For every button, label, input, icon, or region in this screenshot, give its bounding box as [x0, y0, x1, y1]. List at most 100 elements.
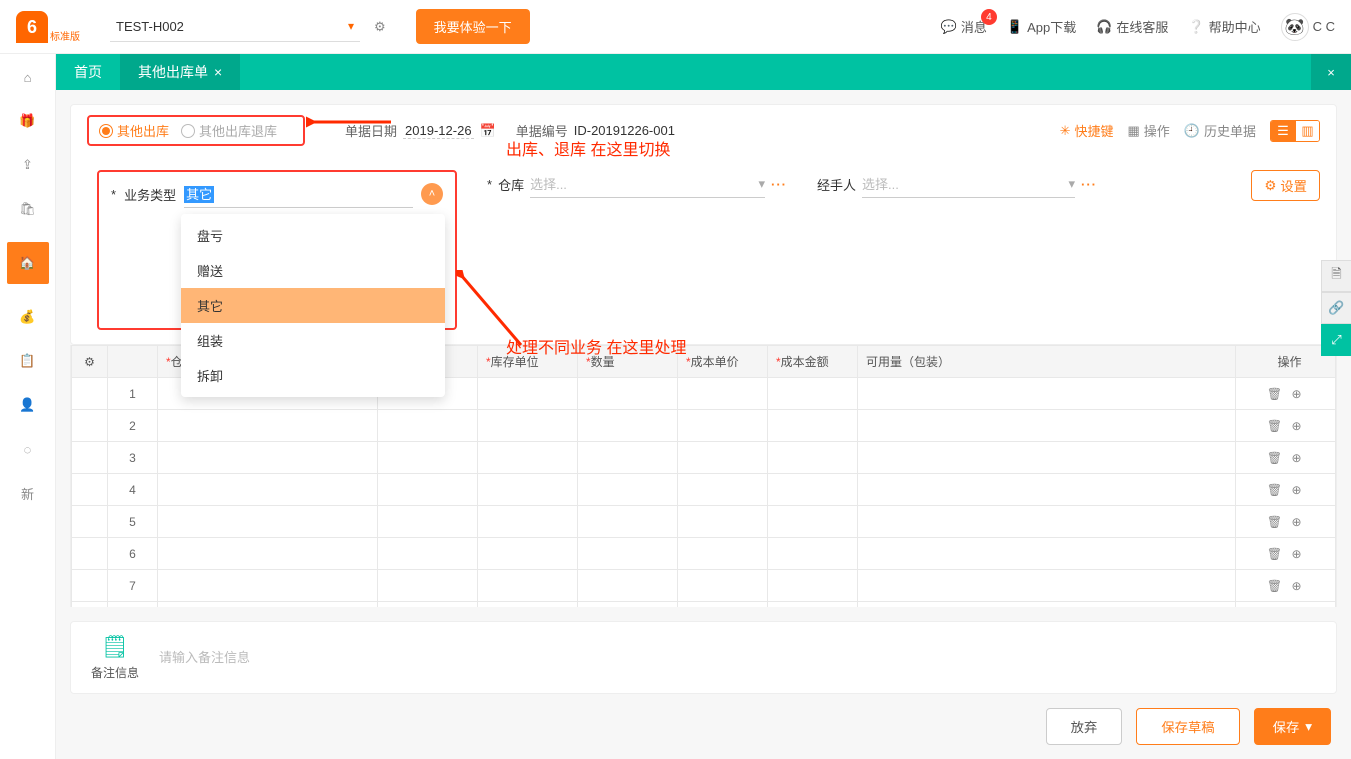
left-nav: ⌂ 🎁 ⇪ 🛍 🏠 💰 📋 👤 ◌ 新 — [0, 54, 56, 759]
app-logo: 6 标准版 — [16, 10, 80, 43]
biz-option-qita[interactable]: 其它 — [181, 288, 445, 323]
biz-option-zengsong[interactable]: 赠送 — [181, 253, 445, 288]
phone-icon: 📱 — [1007, 19, 1023, 35]
business-type-input[interactable]: 其它 — [184, 180, 413, 208]
rail-note-icon[interactable]: 🗎 — [1321, 260, 1351, 292]
tab-home[interactable]: 首页 — [56, 54, 120, 90]
row-add-icon[interactable]: ⊕ — [1288, 513, 1306, 531]
top-header: 6 标准版 TEST-H002 ▾ ⚙ 我要体验一下 💬 消息 4 📱 App下… — [0, 0, 1351, 54]
tab-close-all[interactable]: × — [1311, 54, 1351, 90]
row-delete-icon[interactable]: 🗑 — [1266, 449, 1284, 467]
nav-clipboard-icon[interactable]: 📋 — [17, 350, 39, 372]
warehouse-select[interactable]: 选择... ▾ — [530, 170, 765, 198]
radio-dot-icon — [181, 124, 195, 138]
row-delete-icon[interactable]: 🗑 — [1266, 545, 1284, 563]
nav-warehouse-icon[interactable]: 🏠 — [7, 242, 49, 284]
outbound-type-radio-group: 其他出库 其他出库退库 — [87, 115, 305, 146]
doc-number-value: ID-20191226-001 — [574, 123, 675, 138]
store-selector[interactable]: TEST-H002 ▾ — [110, 12, 360, 42]
table-row[interactable]: 2🗑⊕ — [72, 410, 1336, 442]
row-add-icon[interactable]: ⊕ — [1288, 545, 1306, 563]
help-center-link[interactable]: ❔ 帮助中心 — [1188, 17, 1260, 36]
row-add-icon[interactable]: ⊕ — [1288, 417, 1306, 435]
row-add-icon[interactable]: ⊕ — [1288, 449, 1306, 467]
chevron-down-icon: ▾ — [1305, 719, 1312, 735]
biz-option-pankui[interactable]: 盘亏 — [181, 218, 445, 253]
tab-close-icon[interactable]: × — [214, 64, 222, 80]
nav-gift-icon[interactable]: 🎁 — [17, 110, 39, 132]
tab-other-outbound[interactable]: 其他出库单 × — [120, 54, 240, 90]
nav-bag-icon[interactable]: 🛍 — [17, 198, 39, 220]
view-list-icon[interactable]: ☰ — [1271, 121, 1295, 141]
main-content: 其他出库 其他出库退库 单据日期 2019-12-26 📅 单据编号 ID-20… — [56, 90, 1351, 759]
col-stock-unit: *库存单位 — [478, 346, 578, 378]
business-type-label: 业务类型 — [124, 185, 176, 204]
user-menu[interactable]: 🐼 C C — [1281, 13, 1335, 41]
col-unit-cost: *成本单价 — [678, 346, 768, 378]
rail-expand-icon[interactable]: ⤢ — [1321, 324, 1351, 356]
table-row[interactable]: 3🗑⊕ — [72, 442, 1336, 474]
row-delete-icon[interactable]: 🗑 — [1266, 577, 1284, 595]
view-card-icon[interactable]: ▥ — [1295, 121, 1319, 141]
rail-link-icon[interactable]: 🔗 — [1321, 292, 1351, 324]
warehouse-more-icon[interactable]: ··· — [771, 177, 787, 192]
biz-option-chaixie[interactable]: 拆卸 — [181, 358, 445, 393]
biz-option-zuzhuang[interactable]: 组装 — [181, 323, 445, 358]
nav-ring-icon[interactable]: ◌ — [17, 438, 39, 460]
try-button[interactable]: 我要体验一下 — [416, 9, 530, 44]
settings-button[interactable]: ⚙ 设置 — [1251, 170, 1320, 201]
chevron-down-icon: ▾ — [758, 176, 765, 192]
chevron-up-icon[interactable]: ˄ — [421, 183, 443, 205]
online-cs-link[interactable]: 🎧 在线客服 — [1096, 17, 1168, 36]
radio-outbound[interactable]: 其他出库 — [99, 121, 169, 140]
nav-new-icon[interactable]: 新 — [17, 482, 39, 504]
operate-label: 操作 — [1144, 121, 1170, 140]
app-download-link[interactable]: 📱 App下载 — [1007, 17, 1076, 36]
table-row[interactable]: 4🗑⊕ — [72, 474, 1336, 506]
messages-link[interactable]: 💬 消息 4 — [941, 17, 987, 36]
table-row[interactable]: 8🗑⊕ — [72, 602, 1336, 608]
online-cs-label: 在线客服 — [1116, 17, 1168, 36]
table-row[interactable]: 5🗑⊕ — [72, 506, 1336, 538]
row-delete-icon[interactable]: 🗑 — [1266, 481, 1284, 499]
nav-home-icon[interactable]: ⌂ — [17, 66, 39, 88]
history-label: 历史单据 — [1204, 121, 1256, 140]
memo-input[interactable] — [159, 650, 1316, 665]
row-delete-icon[interactable]: 🗑 — [1266, 513, 1284, 531]
nav-money-icon[interactable]: 💰 — [17, 306, 39, 328]
gear-icon[interactable]: ⚙ — [374, 19, 386, 35]
row-delete-icon[interactable]: 🗑 — [1266, 385, 1284, 403]
nav-contact-icon[interactable]: 👤 — [17, 394, 39, 416]
save-draft-button[interactable]: 保存草稿 — [1136, 708, 1239, 745]
lightning-icon: ✳ — [1060, 123, 1071, 139]
radio-dot-icon — [99, 124, 113, 138]
memo-icon: 🗒 — [101, 634, 129, 660]
row-delete-icon[interactable]: 🗑 — [1266, 417, 1284, 435]
store-name: TEST-H002 — [116, 19, 184, 34]
row-add-icon[interactable]: ⊕ — [1288, 577, 1306, 595]
row-add-icon[interactable]: ⊕ — [1288, 481, 1306, 499]
column-settings[interactable]: ⚙ — [72, 346, 108, 378]
save-button[interactable]: 保存 ▾ — [1254, 708, 1331, 745]
tab-active-label: 其他出库单 — [138, 62, 208, 82]
doc-number-field: 单据编号 ID-20191226-001 — [516, 121, 675, 140]
help-icon: ❔ — [1188, 19, 1204, 35]
toolbar-right: ✳ 快捷键 ▦ 操作 🕘 历史单据 ☰ ▥ — [1060, 120, 1320, 142]
calendar-icon[interactable]: 📅 — [480, 123, 496, 139]
radio-outbound-return[interactable]: 其他出库退库 — [181, 121, 277, 140]
memo-label: 备注信息 — [91, 664, 139, 681]
discard-button[interactable]: 放弃 — [1046, 708, 1123, 745]
nav-upload-icon[interactable]: ⇪ — [17, 154, 39, 176]
row-add-icon[interactable]: ⊕ — [1288, 385, 1306, 403]
warehouse-field: * 仓库 选择... ▾ ··· — [487, 170, 787, 198]
business-type-value: 其它 — [184, 186, 214, 203]
shortcut-link[interactable]: ✳ 快捷键 — [1060, 121, 1114, 140]
table-row[interactable]: 6🗑⊕ — [72, 538, 1336, 570]
handler-select[interactable]: 选择... ▾ — [862, 170, 1075, 198]
operate-link[interactable]: ▦ 操作 — [1127, 121, 1169, 140]
table-row[interactable]: 7🗑⊕ — [72, 570, 1336, 602]
doc-date-value[interactable]: 2019-12-26 — [403, 123, 474, 139]
history-link[interactable]: 🕘 历史单据 — [1184, 121, 1256, 140]
handler-label: 经手人 — [817, 175, 856, 194]
handler-more-icon[interactable]: ··· — [1081, 177, 1097, 192]
